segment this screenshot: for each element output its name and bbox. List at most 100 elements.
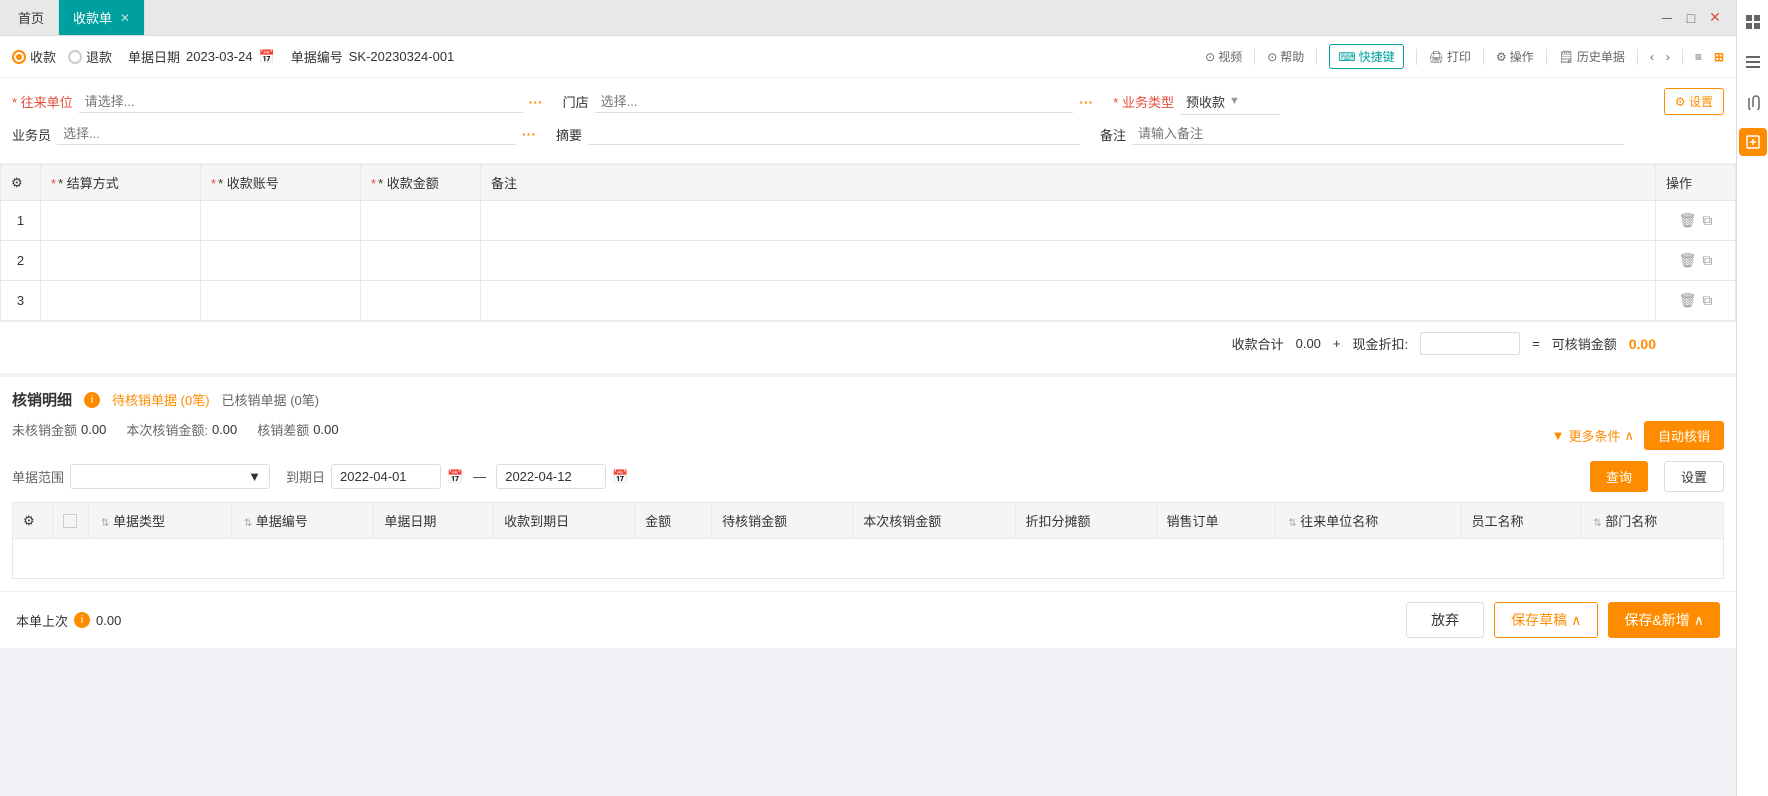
row-2-copy-btn[interactable]: ⧉ <box>1702 252 1712 269</box>
row-3-remark[interactable] <box>481 281 1656 321</box>
row-1-account[interactable] <box>201 201 361 241</box>
tab-pending-count: (0笔) <box>181 393 210 408</box>
stat-uncancelled-label: 未核销金额 <box>12 420 77 439</box>
sidebar-icon-attachment[interactable] <box>1739 88 1767 116</box>
save-draft-button[interactable]: 保存草稿 ∧ <box>1494 602 1598 638</box>
action-video[interactable]: ⊙ 视频 <box>1205 48 1242 65</box>
row-1-remark[interactable] <box>481 201 1656 241</box>
row-3-delete-btn[interactable]: 🗑 <box>1679 292 1697 309</box>
action-history[interactable]: 🗒 历史单据 <box>1559 48 1625 65</box>
footer-buttons: 放弃 保存草稿 ∧ 保存&新增 ∧ <box>1406 602 1720 638</box>
row-2-remark[interactable] <box>481 241 1656 281</box>
counterparty-input[interactable] <box>79 91 523 113</box>
tab-done[interactable]: 已核销单据 (0笔) <box>222 390 320 409</box>
filter-settings-button[interactable]: 设置 <box>1664 461 1724 492</box>
row-2-amount[interactable] <box>361 241 481 281</box>
verify-info-icon[interactable]: i <box>84 392 100 408</box>
remark-label: 备注 <box>1100 125 1126 144</box>
row-1-amount[interactable] <box>361 201 481 241</box>
shortcut-button[interactable]: ⌨ 快捷键 <box>1329 44 1403 69</box>
btcol-counterparty: ⇅ 往来单位名称 <box>1276 503 1461 539</box>
action-prev[interactable]: ‹ <box>1650 50 1654 64</box>
row-3-amount[interactable] <box>361 281 481 321</box>
sidebar-icon-active[interactable] <box>1739 128 1767 156</box>
salesperson-more-btn[interactable]: ··· <box>522 126 536 142</box>
query-button[interactable]: 查询 <box>1590 461 1648 492</box>
business-type-select[interactable]: 预收款 ▼ <box>1180 89 1280 115</box>
row-2-delete-btn[interactable]: 🗑 <box>1679 252 1697 269</box>
auto-verify-button[interactable]: 自动核销 <box>1644 421 1724 450</box>
filter-range-label: 单据范围 <box>12 467 64 486</box>
footer-value: 0.00 <box>96 613 121 628</box>
row-1-payment[interactable] <box>41 201 201 241</box>
form-settings-button[interactable]: ⚙ 设置 <box>1664 88 1724 115</box>
table-settings-col[interactable]: ⚙ <box>1 165 41 201</box>
stat-diff-label: 核销差额 <box>257 420 309 439</box>
save-new-button[interactable]: 保存&新增 ∧ <box>1608 602 1720 638</box>
action-grid[interactable]: ⊞ <box>1714 50 1724 64</box>
action-next[interactable]: › <box>1666 50 1670 64</box>
discount-input[interactable] <box>1420 332 1520 355</box>
store-input[interactable] <box>595 91 1074 113</box>
date-label: 单据日期 <box>128 47 180 66</box>
divider-3 <box>1416 49 1417 65</box>
divider-7 <box>1682 49 1683 65</box>
sidebar-icon-grid[interactable] <box>1739 8 1767 36</box>
calendar-from-icon[interactable]: 📅 <box>447 469 463 485</box>
radio-refund[interactable]: 退款 <box>68 47 112 66</box>
row-1-copy-btn[interactable]: ⧉ <box>1702 212 1712 229</box>
action-print[interactable]: 🖨 打印 <box>1429 48 1471 65</box>
action-list[interactable]: ≡ <box>1695 50 1702 64</box>
select-all-checkbox[interactable] <box>63 514 77 528</box>
close-button[interactable]: ✕ <box>1706 9 1724 27</box>
salesperson-input[interactable] <box>57 123 516 145</box>
action-help[interactable]: ⊙ 帮助 <box>1267 48 1304 65</box>
tab-pending[interactable]: 待核销单据 (0笔) <box>112 390 210 409</box>
tab-home[interactable]: 首页 <box>4 0 59 35</box>
right-sidebar <box>1736 0 1768 796</box>
calendar-to-icon[interactable]: 📅 <box>612 469 628 485</box>
date-value: 2023-03-24 <box>186 49 253 64</box>
sidebar-icon-list[interactable] <box>1739 48 1767 76</box>
filter-icon: ▼ <box>1552 428 1565 443</box>
verify-section: 核销明细 i 待核销单据 (0笔) 已核销单据 (0笔) 未核销金额 0.00 <box>0 373 1736 591</box>
btcol-settings[interactable]: ⚙ <box>13 503 53 539</box>
store-field: 门店 ··· <box>563 91 1094 113</box>
tab-receipt-close[interactable]: ✕ <box>120 11 130 25</box>
divider-1 <box>1254 49 1255 65</box>
filter-more-link[interactable]: ▼ 更多条件 ∧ <box>1552 426 1634 445</box>
help-icon: ⊙ <box>1267 50 1277 64</box>
action-operation[interactable]: ⚙ 操作 <box>1496 48 1534 65</box>
abandon-button[interactable]: 放弃 <box>1406 602 1484 638</box>
btcol-this-verify: 本次核销金额 <box>853 503 1015 539</box>
calendar-icon[interactable]: 📅 <box>259 49 275 65</box>
row-1-delete-btn[interactable]: 🗑 <box>1679 212 1697 229</box>
row-3-account[interactable] <box>201 281 361 321</box>
table-section: ⚙ ** 结算方式 ** 收款账号 ** 收款金额 备注 操作 <box>0 164 1736 321</box>
store-more-btn[interactable]: ··· <box>1079 94 1093 110</box>
filter-range-select[interactable]: ▼ <box>70 464 270 489</box>
filter-date-from[interactable] <box>331 464 441 489</box>
maximize-button[interactable]: □ <box>1682 9 1700 27</box>
action-print-label: 打印 <box>1447 48 1471 65</box>
btcol-doc-type-sort: ⇅ <box>101 518 109 529</box>
radio-group-type: 收款 退款 <box>12 47 112 66</box>
summary-input[interactable] <box>588 123 1080 145</box>
footer-info-icon[interactable]: i <box>74 612 90 628</box>
tab-receipt[interactable]: 收款单 ✕ <box>59 0 145 35</box>
filter-date-to[interactable] <box>496 464 606 489</box>
date-separator: — <box>473 469 486 484</box>
this-order-label: 本单上次 <box>16 611 68 630</box>
counterparty-more-btn[interactable]: ··· <box>529 94 543 110</box>
row-2-account[interactable] <box>201 241 361 281</box>
bottom-table-section: ⚙ ⇅ 单据类型 ⇅ 单据编号 <box>12 502 1724 579</box>
toolbar: 收款 退款 单据日期 2023-03-24 📅 单据编号 SK-20230324… <box>0 36 1736 78</box>
table-settings-icon: ⚙ <box>11 175 23 190</box>
salesperson-field: 业务员 ··· <box>12 123 536 145</box>
row-2-payment[interactable] <box>41 241 201 281</box>
remark-input[interactable] <box>1132 123 1624 145</box>
radio-receive[interactable]: 收款 <box>12 47 56 66</box>
row-3-payment[interactable] <box>41 281 201 321</box>
minimize-button[interactable]: － <box>1658 9 1676 27</box>
row-3-copy-btn[interactable]: ⧉ <box>1702 292 1712 309</box>
